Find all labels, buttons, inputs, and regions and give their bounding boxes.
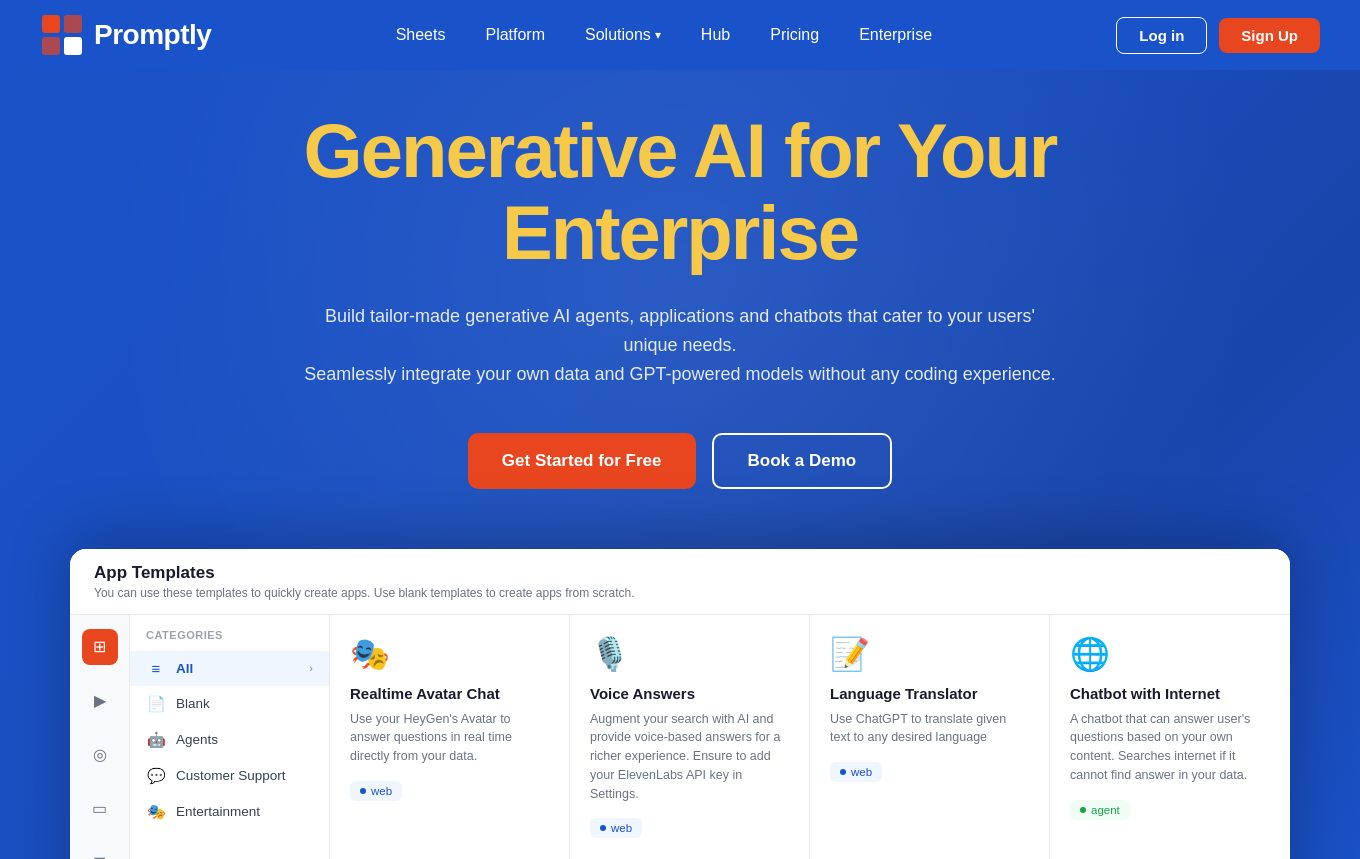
category-all[interactable]: ≡ All ›: [130, 651, 329, 686]
template-badge-3: agent: [1070, 800, 1130, 820]
nav-pricing[interactable]: Pricing: [754, 18, 835, 52]
get-started-button[interactable]: Get Started for Free: [468, 433, 696, 489]
category-blank[interactable]: 📄 Blank: [130, 686, 329, 722]
category-entertainment[interactable]: 🎭 Entertainment: [130, 794, 329, 830]
template-desc-2: Use ChatGPT to translate given text to a…: [830, 710, 1029, 748]
template-voice-answers[interactable]: 🎙️ Voice Answers Augment your search wit…: [570, 615, 810, 859]
template-title-2: Language Translator: [830, 685, 1029, 702]
hero-content: Generative AI for Your Enterprise Build …: [280, 110, 1080, 549]
book-demo-button[interactable]: Book a Demo: [712, 433, 893, 489]
template-title-1: Voice Answers: [590, 685, 789, 702]
logo-link[interactable]: Promptly: [40, 13, 211, 57]
category-customer-support[interactable]: 💬 Customer Support: [130, 758, 329, 794]
hero-subtitle: Build tailor-made generative AI agents, …: [300, 302, 1060, 388]
template-title-0: Realtime Avatar Chat: [350, 685, 549, 702]
sidebar-icons: ⊞ ▶ ◎ ▭ ⊟ ↺: [70, 615, 130, 859]
template-language-translator[interactable]: 📝 Language Translator Use ChatGPT to tra…: [810, 615, 1050, 859]
template-chatbot-internet[interactable]: 🌐 Chatbot with Internet A chatbot that c…: [1050, 615, 1290, 859]
template-icon-2: 📝: [830, 635, 1029, 673]
sidebar-icon-play[interactable]: ▶: [82, 683, 118, 719]
app-header-title: App Templates: [94, 563, 1266, 583]
sidebar-icon-apps[interactable]: ⊞: [82, 629, 118, 665]
svg-rect-0: [42, 15, 60, 33]
badge-dot-1: [600, 825, 606, 831]
svg-rect-1: [64, 15, 82, 33]
templates-grid: 🎭 Realtime Avatar Chat Use your HeyGen's…: [330, 615, 1290, 859]
app-preview: App Templates You can use these template…: [70, 549, 1290, 859]
svg-rect-2: [42, 37, 60, 55]
badge-dot-3: [1080, 807, 1086, 813]
template-title-3: Chatbot with Internet: [1070, 685, 1270, 702]
support-icon: 💬: [146, 767, 166, 785]
categories-panel: CATEGORIES ≡ All › 📄 Blank 🤖 Agents 💬 Cu…: [130, 615, 330, 859]
chevron-down-icon: ▾: [655, 28, 661, 42]
template-badge-0: web: [350, 781, 402, 801]
chevron-right-icon: ›: [309, 662, 313, 674]
template-desc-0: Use your HeyGen's Avatar to answer quest…: [350, 710, 549, 766]
entertainment-icon: 🎭: [146, 803, 166, 821]
template-icon-0: 🎭: [350, 635, 549, 673]
signup-button[interactable]: Sign Up: [1219, 18, 1320, 53]
template-realtime-avatar[interactable]: 🎭 Realtime Avatar Chat Use your HeyGen's…: [330, 615, 570, 859]
categories-label: CATEGORIES: [130, 629, 329, 651]
sidebar-icon-calendar[interactable]: ⊟: [82, 845, 118, 859]
template-badge-1: web: [590, 818, 642, 838]
template-badge-2: web: [830, 762, 882, 782]
app-header: App Templates You can use these template…: [70, 549, 1290, 615]
template-icon-1: 🎙️: [590, 635, 789, 673]
hero-buttons: Get Started for Free Book a Demo: [300, 433, 1060, 489]
hero-title: Generative AI for Your Enterprise: [300, 110, 1060, 274]
sidebar-icon-bulb[interactable]: ◎: [82, 737, 118, 773]
app-header-subtitle: You can use these templates to quickly c…: [94, 586, 1266, 600]
blank-icon: 📄: [146, 695, 166, 713]
template-desc-1: Augment your search with AI and provide …: [590, 710, 789, 804]
template-desc-3: A chatbot that can answer user's questio…: [1070, 710, 1270, 785]
logo-icon: [40, 13, 84, 57]
nav-hub[interactable]: Hub: [685, 18, 746, 52]
all-icon: ≡: [146, 660, 166, 677]
nav-actions: Log in Sign Up: [1116, 17, 1320, 54]
nav-solutions[interactable]: Solutions ▾: [569, 18, 677, 52]
app-body: ⊞ ▶ ◎ ▭ ⊟ ↺ CATEGORIES ≡ All › 📄 Blank: [70, 615, 1290, 859]
category-agents[interactable]: 🤖 Agents: [130, 722, 329, 758]
badge-dot-0: [360, 788, 366, 794]
nav-platform[interactable]: Platform: [469, 18, 561, 52]
logo-text: Promptly: [94, 19, 211, 51]
agents-icon: 🤖: [146, 731, 166, 749]
navbar: Promptly Sheets Platform Solutions ▾ Hub…: [0, 0, 1360, 70]
template-icon-3: 🌐: [1070, 635, 1270, 673]
nav-sheets[interactable]: Sheets: [380, 18, 462, 52]
nav-links: Sheets Platform Solutions ▾ Hub Pricing …: [380, 18, 948, 52]
hero-section: Generative AI for Your Enterprise Build …: [0, 0, 1360, 859]
sidebar-icon-folder[interactable]: ▭: [82, 791, 118, 827]
login-button[interactable]: Log in: [1116, 17, 1207, 54]
svg-rect-3: [64, 37, 82, 55]
nav-enterprise[interactable]: Enterprise: [843, 18, 948, 52]
badge-dot-2: [840, 769, 846, 775]
